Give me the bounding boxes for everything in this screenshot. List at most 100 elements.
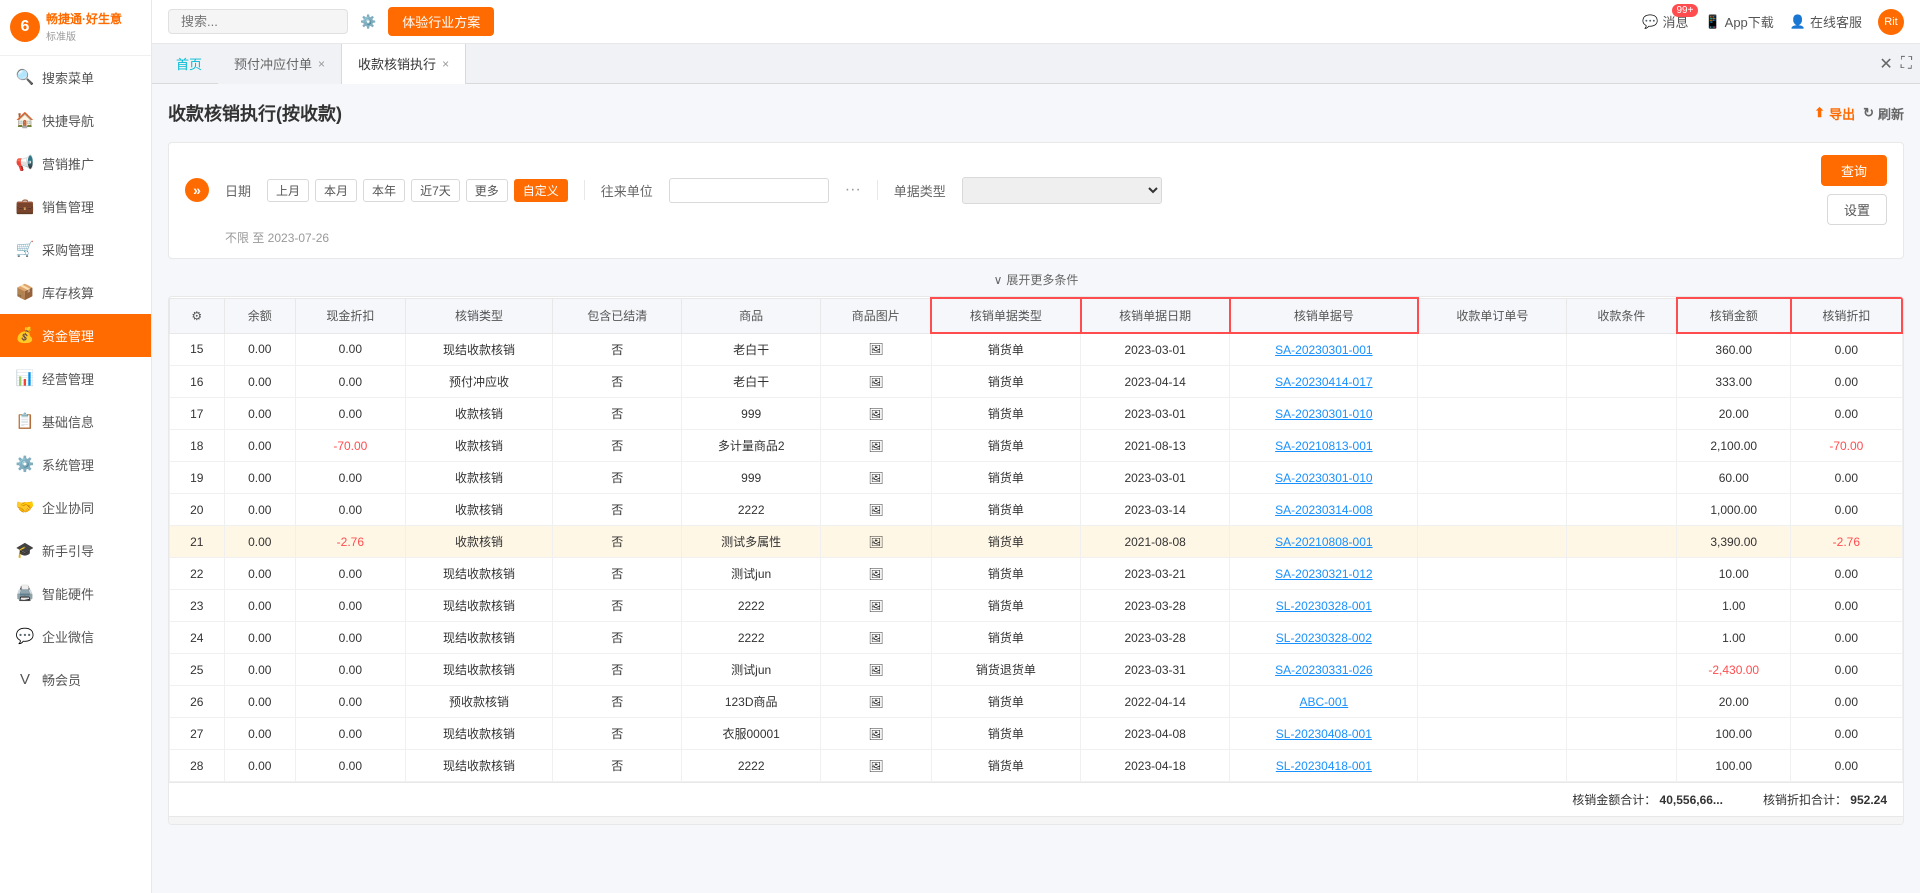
td-write_off_no[interactable]: SL-20230408-001: [1230, 718, 1418, 750]
from-unit-more-icon[interactable]: ···: [845, 181, 861, 199]
td-write_off_no[interactable]: SL-20230328-001: [1230, 590, 1418, 622]
td-cash_discount: 0.00: [296, 366, 406, 398]
footer-discount-label: 核销折扣合计：: [1763, 793, 1847, 807]
td-cash_discount: -70.00: [296, 430, 406, 462]
td-write_off_no[interactable]: SL-20230328-002: [1230, 622, 1418, 654]
sidebar-item-purchase[interactable]: 🛒 采购管理: [0, 228, 151, 271]
table-row: 210.00-2.76收款核销否测试多属性🖼销货单2021-08-08SA-20…: [170, 526, 1903, 558]
tab-fullscreen-btn[interactable]: ⛶: [1901, 55, 1912, 73]
sidebar-item-member[interactable]: V 畅会员: [0, 658, 151, 701]
sidebar-label-member: 畅会员: [42, 670, 81, 689]
date-btn-更多[interactable]: 更多: [466, 179, 508, 202]
sidebar-label-collab: 企业协同: [42, 498, 94, 517]
user-avatar[interactable]: Rit: [1878, 9, 1904, 35]
marketing-icon: 📢: [16, 154, 34, 172]
td-write_off_no[interactable]: SL-20230418-001: [1230, 750, 1418, 782]
quicknav-icon: 🏠: [16, 111, 34, 129]
date-btn-上月[interactable]: 上月: [267, 179, 309, 202]
guide-icon: 🎓: [16, 541, 34, 559]
td-write_off_no[interactable]: SA-20230331-026: [1230, 654, 1418, 686]
settings-gear-icon[interactable]: ⚙️: [360, 14, 376, 30]
td-cash_discount: 0.00: [296, 750, 406, 782]
td-write_off_discount: 0.00: [1791, 366, 1902, 398]
td-receipt_order_no: [1418, 366, 1567, 398]
td-write_off_no[interactable]: SA-20230414-017: [1230, 366, 1418, 398]
td-write_off_type: 销货退货单: [931, 654, 1080, 686]
receipt-type-select[interactable]: [962, 177, 1162, 204]
settings-button[interactable]: 设置: [1827, 194, 1887, 225]
td-receipt_order_no: [1418, 718, 1567, 750]
online-service-btn[interactable]: 👤 在线客服: [1790, 12, 1862, 31]
sidebar-item-system[interactable]: ⚙️ 系统管理: [0, 443, 151, 486]
filter-expand-arrow[interactable]: »: [185, 178, 209, 202]
sidebar-item-hardware[interactable]: 🖨️ 智能硬件: [0, 572, 151, 615]
th-write_off_date: 核销单据日期: [1081, 298, 1230, 333]
sidebar-item-guide[interactable]: 🎓 新手引导: [0, 529, 151, 572]
td-write_off_no[interactable]: SA-20210813-001: [1230, 430, 1418, 462]
date-btn-近7天[interactable]: 近7天: [411, 179, 460, 202]
topbar-search-input[interactable]: [168, 9, 348, 34]
date-btn-custom[interactable]: 自定义: [514, 179, 568, 202]
expand-more-btn[interactable]: ∨ 展开更多条件: [168, 271, 1904, 288]
sidebar-item-sales[interactable]: 💼 销售管理: [0, 185, 151, 228]
td-id: 22: [170, 558, 225, 590]
tab-prepay[interactable]: 预付冲应付单 ×: [218, 44, 342, 84]
tab-writeoff-close[interactable]: ×: [442, 57, 449, 71]
app-download-btn[interactable]: 📱 App下载: [1704, 12, 1773, 31]
data-table-wrapper: ⚙余额现金折扣核销类型包含已结清商品商品图片核销单据类型核销单据日期核销单据号收…: [168, 296, 1904, 825]
td-receipt_cond: [1566, 526, 1676, 558]
tab-prepay-close[interactable]: ×: [318, 57, 325, 71]
td-type: 现结收款核销: [405, 718, 553, 750]
sidebar-item-operation[interactable]: 📊 经营管理: [0, 357, 151, 400]
avatar: Rit: [1878, 9, 1904, 35]
td-write_off_no[interactable]: SA-20230301-010: [1230, 398, 1418, 430]
td-goods: 2222: [682, 590, 821, 622]
sidebar-item-finance[interactable]: 💰 资金管理: [0, 314, 151, 357]
from-unit-input[interactable]: [669, 178, 829, 203]
sidebar-item-marketing[interactable]: 📢 营销推广: [0, 142, 151, 185]
td-write_off_no[interactable]: SA-20210808-001: [1230, 526, 1418, 558]
query-button[interactable]: 查询: [1821, 155, 1887, 186]
export-button[interactable]: ⬆ 导出: [1814, 104, 1855, 123]
tab-writeoff[interactable]: 收款核销执行 ×: [342, 44, 466, 84]
search-icon: 🔍: [16, 68, 34, 86]
td-balance: 0.00: [224, 398, 295, 430]
td-receipt_cond: [1566, 590, 1676, 622]
table-row: 180.00-70.00收款核销否多计量商品2🖼销货单2021-08-13SA-…: [170, 430, 1903, 462]
sidebar-label-quicknav: 快捷导航: [42, 111, 94, 130]
solution-button[interactable]: 体验行业方案: [388, 7, 494, 36]
tab-close-window-btn[interactable]: ✕: [1879, 54, 1892, 74]
td-balance: 0.00: [224, 590, 295, 622]
td-receipt_order_no: [1418, 558, 1567, 590]
footer-discount-total: 核销折扣合计： 952.24: [1763, 791, 1887, 808]
sidebar-item-search[interactable]: 🔍 搜索菜单: [0, 56, 151, 99]
td-write_off_no[interactable]: SA-20230301-001: [1230, 333, 1418, 366]
td-write_off_discount: 0.00: [1791, 686, 1902, 718]
td-type: 收款核销: [405, 526, 553, 558]
th-goods_img: 商品图片: [821, 298, 931, 333]
sidebar-item-collab[interactable]: 🤝 企业协同: [0, 486, 151, 529]
sidebar-item-inventory[interactable]: 📦 库存核算: [0, 271, 151, 314]
message-btn[interactable]: 💬 消息 99+: [1642, 12, 1688, 31]
td-write_off_date: 2023-03-01: [1081, 462, 1230, 494]
tab-home[interactable]: 首页: [160, 44, 218, 84]
td-balance: 0.00: [224, 462, 295, 494]
refresh-button[interactable]: ↻ 刷新: [1863, 104, 1904, 123]
td-write_off_no[interactable]: SA-20230321-012: [1230, 558, 1418, 590]
td-id: 15: [170, 333, 225, 366]
td-write_off_no[interactable]: ABC-001: [1230, 686, 1418, 718]
table-row: 270.000.00现结收款核销否衣服00001🖼销货单2023-04-08SL…: [170, 718, 1903, 750]
td-include_cleared: 否: [553, 622, 682, 654]
td-write_off_no[interactable]: SA-20230301-010: [1230, 462, 1418, 494]
sidebar-item-basic[interactable]: 📋 基础信息: [0, 400, 151, 443]
sidebar-item-wechat[interactable]: 💬 企业微信: [0, 615, 151, 658]
table-footer: 核销金额合计： 40,556,66... 核销折扣合计： 952.24: [169, 782, 1903, 816]
table-row: 150.000.00现结收款核销否老白干🖼销货单2023-03-01SA-202…: [170, 333, 1903, 366]
td-id: 18: [170, 430, 225, 462]
td-write_off_no[interactable]: SA-20230314-008: [1230, 494, 1418, 526]
tab-actions: ✕ ⛶: [1879, 54, 1912, 74]
date-btn-本月[interactable]: 本月: [315, 179, 357, 202]
td-write_off_amount: 360.00: [1677, 333, 1791, 366]
date-btn-本年[interactable]: 本年: [363, 179, 405, 202]
sidebar-item-quicknav[interactable]: 🏠 快捷导航: [0, 99, 151, 142]
